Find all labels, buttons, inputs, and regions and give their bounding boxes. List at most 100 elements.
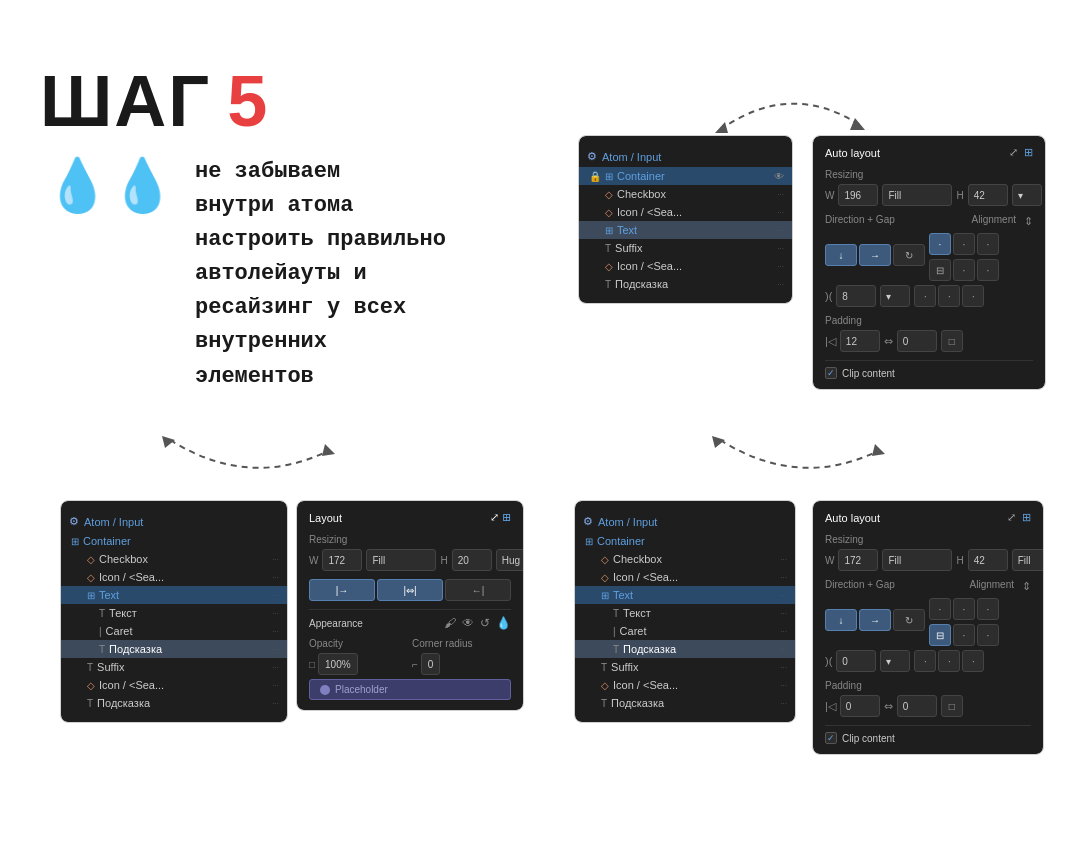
bl-suffix-row[interactable]: T Suffix ··· — [61, 658, 287, 676]
eye2-icon[interactable]: 👁 — [462, 616, 474, 630]
br-icon-sea-row2[interactable]: ◇ Icon / <Sea... ··· — [575, 676, 795, 694]
icon-sea-row-tr2[interactable]: ◇ Icon / <Sea... ··· — [579, 257, 792, 275]
h-field-tr[interactable]: 42 — [968, 184, 1008, 206]
gap-dot1-tr[interactable]: · — [914, 285, 936, 307]
align-mc-tr[interactable]: · — [953, 259, 975, 281]
dir-btns-row-br: ↓ → ↻ · · · ⊟ · · — [825, 598, 1031, 646]
layout-title-icons: ⤢ ⊞ — [490, 511, 511, 524]
align-mr-tr[interactable]: · — [977, 259, 999, 281]
pad-row-tr: |◁ 12 ⇔ 0 □ — [825, 330, 1033, 352]
gap-type-br[interactable]: ▾ — [880, 650, 910, 672]
align-right-btn[interactable]: ←| — [445, 579, 511, 601]
t-icon-tr6: T — [605, 279, 611, 290]
icon-sea-row-tr1[interactable]: ◇ Icon / <Sea... ··· — [579, 203, 792, 221]
br-suffix-row[interactable]: T Suffix ··· — [575, 658, 795, 676]
checkbox-row-tr[interactable]: ◇ Checkbox ··· — [579, 185, 792, 203]
fill-field-tr[interactable]: Fill — [882, 184, 952, 206]
bl-icon-sea-row2[interactable]: ◇ Icon / <Sea... ··· — [61, 676, 287, 694]
align-tl-br[interactable]: · — [929, 598, 951, 620]
pad-left-field-br[interactable]: 0 — [840, 695, 880, 717]
align-tc-br[interactable]: · — [953, 598, 975, 620]
br-tekst-row[interactable]: T Текст ··· — [575, 604, 795, 622]
align-tl-tr[interactable]: · — [929, 233, 951, 255]
bl-container-row[interactable]: ⊞ Container — [61, 532, 287, 550]
br-icon-sea-row1[interactable]: ◇ Icon / <Sea... ··· — [575, 568, 795, 586]
bl-tekst-row[interactable]: T Текст ··· — [61, 604, 287, 622]
layout-hug-field[interactable]: Hug — [496, 549, 524, 571]
layout-w-field[interactable]: 172 — [322, 549, 362, 571]
pad-row-br: |◁ 0 ⇔ 0 □ — [825, 695, 1031, 717]
bl-icon-sea-row1[interactable]: ◇ Icon / <Sea... ··· — [61, 568, 287, 586]
dir-right-btn-tr[interactable]: → — [859, 244, 891, 266]
pad-link-br[interactable]: □ — [941, 695, 963, 717]
gap-type-tr[interactable]: ▾ — [880, 285, 910, 307]
gap-dot1-br[interactable]: · — [914, 650, 936, 672]
t-br9: T — [601, 698, 607, 709]
drop-icon[interactable]: 💧 — [496, 616, 511, 630]
gap-dot3-tr[interactable]: · — [962, 285, 984, 307]
hug-field-tr[interactable]: ▾ — [1012, 184, 1042, 206]
clip-checkbox-br[interactable]: ✓ — [825, 732, 837, 744]
podkazka-row-tr[interactable]: T Подсказка ··· — [579, 275, 792, 293]
opacity-field[interactable]: 100% — [318, 653, 358, 675]
suffix-row-tr[interactable]: T Suffix ··· — [579, 239, 792, 257]
gap-dot2-br[interactable]: · — [938, 650, 960, 672]
br-checkbox-row[interactable]: ◇ Checkbox ··· — [575, 550, 795, 568]
layout-h-field[interactable]: 20 — [452, 549, 492, 571]
dir-right-btn-br[interactable]: → — [859, 609, 891, 631]
pad-link-tr[interactable]: □ — [941, 330, 963, 352]
diamond-bl8: ◇ — [87, 680, 95, 691]
gap-dot2-tr[interactable]: · — [938, 285, 960, 307]
clip-checkbox-tr[interactable]: ✓ — [825, 367, 837, 379]
align-left-btn[interactable]: |→ — [309, 579, 375, 601]
bl-checkbox-row[interactable]: ◇ Checkbox ··· — [61, 550, 287, 568]
align-tc-tr[interactable]: · — [953, 233, 975, 255]
wh-row-br: W 172 Fill H 42 Fill — [825, 549, 1031, 571]
align-mc-br[interactable]: · — [953, 624, 975, 646]
dir-down-btn-tr[interactable]: ↓ — [825, 244, 857, 266]
t-bl7: T — [87, 662, 93, 673]
palette-icon[interactable]: 🖌 — [444, 616, 456, 630]
dir-down-btn-br[interactable]: ↓ — [825, 609, 857, 631]
br-caret-row[interactable]: | Caret ··· — [575, 622, 795, 640]
br-container-row[interactable]: ⊞ Container — [575, 532, 795, 550]
br-podkazka-inner-row[interactable]: T Подсказка ··· — [575, 640, 795, 658]
text-row-tr[interactable]: ⊞ Text ··· — [579, 221, 792, 239]
align-tr-br[interactable]: · — [977, 598, 999, 620]
bot-right-layer-panel: ⚙ Atom / Input ⊞ Container ◇ Checkbox ··… — [574, 500, 796, 723]
corner-field[interactable]: 0 — [421, 653, 441, 675]
bl-podkazka-outer-row[interactable]: T Подсказка ··· — [61, 694, 287, 712]
container-row-tr[interactable]: 🔒 ⊞ Container 👁 — [579, 167, 792, 185]
align-mr-br[interactable]: · — [977, 624, 999, 646]
fill-field-br[interactable]: Fill — [882, 549, 952, 571]
dir-wrap-btn-tr[interactable]: ↻ — [893, 244, 925, 266]
align-tr-tr[interactable]: · — [977, 233, 999, 255]
align-ml-br[interactable]: ⊟ — [929, 624, 951, 646]
w-field-tr[interactable]: 196 — [838, 184, 878, 206]
bot-right-props-panel: Auto layout ⤢ ⊞ Resizing W 172 Fill H 42… — [812, 500, 1044, 755]
bl-podkazka-inner-row[interactable]: T Подсказка ··· — [61, 640, 287, 658]
dir-wrap-btn-br[interactable]: ↻ — [893, 609, 925, 631]
pad-right-field-tr[interactable]: 0 — [897, 330, 937, 352]
br-container-label: Container — [597, 535, 787, 547]
br-text-row[interactable]: ⊞ Text ··· — [575, 586, 795, 604]
bl-caret-row[interactable]: | Caret ··· — [61, 622, 287, 640]
grid-icon-bl: ⊞ — [71, 536, 79, 547]
align-ml-tr[interactable]: ⊟ — [929, 259, 951, 281]
br-podkazka-outer-row[interactable]: T Подсказка ··· — [575, 694, 795, 712]
layout-fill-field[interactable]: Fill — [366, 549, 436, 571]
bl-text-row[interactable]: ⊞ Text ··· — [61, 586, 287, 604]
h-field-br[interactable]: 42 — [968, 549, 1008, 571]
gap-field-tr[interactable]: 8 — [836, 285, 876, 307]
w-field-br[interactable]: 172 — [838, 549, 878, 571]
gap-row-br: )( 0 ▾ · · · — [825, 650, 1031, 672]
gap-dot3-br[interactable]: · — [962, 650, 984, 672]
diamond-icon-tr1: ◇ — [605, 189, 613, 200]
pad-left-field-tr[interactable]: 12 — [840, 330, 880, 352]
align-center-btn[interactable]: |⇔| — [377, 579, 443, 601]
placeholder-pill[interactable]: Placeholder — [309, 679, 511, 700]
effect-icon[interactable]: ↺ — [480, 616, 490, 630]
gap-field-br[interactable]: 0 — [836, 650, 876, 672]
fill2-field-br[interactable]: Fill — [1012, 549, 1044, 571]
pad-right-field-br[interactable]: 0 — [897, 695, 937, 717]
